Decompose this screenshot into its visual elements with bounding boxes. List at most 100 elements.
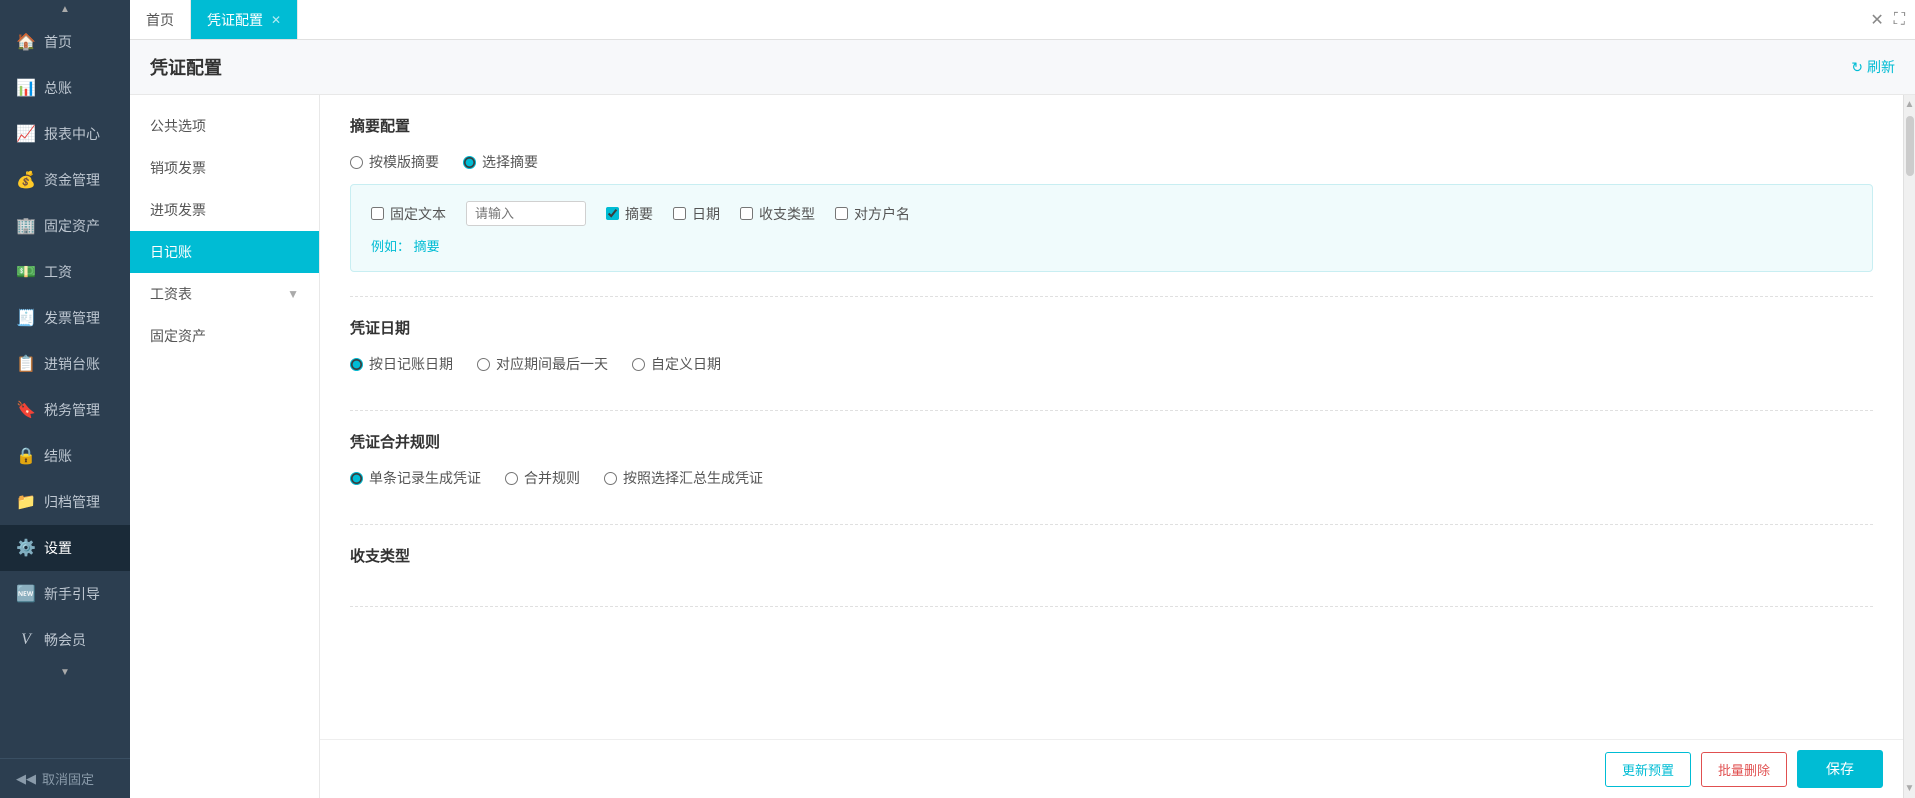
window-close-icon[interactable]: ✕ bbox=[1870, 10, 1883, 30]
sidebar-scroll-up[interactable]: ▲ bbox=[0, 0, 130, 19]
sidebar-item-salary[interactable]: 💵 工资 bbox=[0, 249, 130, 295]
left-nav-journal[interactable]: 日记账 bbox=[130, 231, 319, 273]
fixed-text-input[interactable] bbox=[371, 207, 384, 220]
scroll-up-arrow[interactable]: ▲ bbox=[1904, 95, 1915, 114]
sidebar-item-funds[interactable]: 💰 资金管理 bbox=[0, 157, 130, 203]
tab-home[interactable]: 首页 bbox=[130, 0, 191, 39]
cashflow-type-input[interactable] bbox=[740, 207, 753, 220]
main-area: 首页 凭证配置 ✕ ✕ ⛶ 凭证配置 ↻ 刷新 公共选项 bbox=[130, 0, 1915, 798]
update-preview-button[interactable]: 更新预置 bbox=[1605, 752, 1691, 787]
merge-section: 凭证合并规则 单条记录生成凭证 合并规则 按照选择汇总生成凭证 bbox=[350, 431, 1873, 525]
date-journal-label: 按日记账日期 bbox=[369, 354, 453, 374]
left-nav: 公共选项 销项发票 进项发票 日记账 工资表 ▼ 固定资产 bbox=[130, 95, 320, 798]
tab-voucher-label: 凭证配置 bbox=[207, 10, 263, 30]
counterpart-name-label: 对方户名 bbox=[854, 204, 910, 224]
tab-close-icon[interactable]: ✕ bbox=[271, 13, 281, 27]
sidebar-item-home[interactable]: 🏠 首页 bbox=[0, 19, 130, 65]
left-nav-public[interactable]: 公共选项 bbox=[130, 105, 319, 147]
left-nav-purchase-invoice[interactable]: 进项发票 bbox=[130, 189, 319, 231]
save-button[interactable]: 保存 bbox=[1797, 750, 1883, 788]
counterpart-name-input[interactable] bbox=[835, 207, 848, 220]
date-last-day-input[interactable] bbox=[477, 358, 490, 371]
page-title: 凭证配置 bbox=[150, 54, 222, 80]
sidebar-item-assets[interactable]: 🏢 固定资产 bbox=[0, 203, 130, 249]
inner-layout: 公共选项 销项发票 进项发票 日记账 工资表 ▼ 固定资产 bbox=[130, 95, 1915, 798]
fixed-text-label: 固定文本 bbox=[390, 204, 446, 224]
mode-select-input[interactable] bbox=[463, 156, 476, 169]
merge-section-title: 凭证合并规则 bbox=[350, 431, 1873, 452]
window-expand-icon[interactable]: ⛶ bbox=[1894, 11, 1905, 29]
assets-icon: 🏢 bbox=[16, 216, 36, 236]
summary-section-title: 摘要配置 bbox=[350, 115, 1873, 136]
archive-icon: 📁 bbox=[16, 492, 36, 512]
left-nav-payroll[interactable]: 工资表 ▼ bbox=[130, 273, 319, 315]
member-icon: V bbox=[16, 631, 36, 649]
left-nav-assets-label: 固定资产 bbox=[150, 326, 206, 346]
left-nav-sales-invoice[interactable]: 销项发票 bbox=[130, 147, 319, 189]
sidebar-item-ledger[interactable]: 📊 总账 bbox=[0, 65, 130, 111]
fixed-text-checkbox[interactable]: 固定文本 bbox=[371, 204, 446, 224]
sidebar-item-settings[interactable]: ⚙️ 设置 bbox=[0, 525, 130, 571]
date-input[interactable] bbox=[673, 207, 686, 220]
date-journal-radio[interactable]: 按日记账日期 bbox=[350, 354, 453, 374]
right-content: 摘要配置 按模版摘要 选择摘要 bbox=[320, 95, 1903, 798]
date-custom-input[interactable] bbox=[632, 358, 645, 371]
left-nav-journal-label: 日记账 bbox=[150, 242, 192, 262]
invoice-icon: 🧾 bbox=[16, 308, 36, 328]
date-last-day-label: 对应期间最后一天 bbox=[496, 354, 608, 374]
merge-single-input[interactable] bbox=[350, 472, 363, 485]
unpin-button[interactable]: ◀◀ 取消固定 bbox=[0, 758, 130, 798]
sidebar-item-label: 工资 bbox=[44, 262, 72, 282]
merge-rule-radio[interactable]: 合并规则 bbox=[505, 468, 580, 488]
sidebar-item-label: 归档管理 bbox=[44, 492, 100, 512]
tab-voucher-config[interactable]: 凭证配置 ✕ bbox=[191, 0, 298, 39]
summary-mode-group: 按模版摘要 选择摘要 bbox=[350, 152, 1873, 172]
mode-template-input[interactable] bbox=[350, 156, 363, 169]
scroll-thumb[interactable] bbox=[1906, 116, 1914, 176]
date-mode-group: 按日记账日期 对应期间最后一天 自定义日期 bbox=[350, 354, 1873, 374]
date-custom-radio[interactable]: 自定义日期 bbox=[632, 354, 721, 374]
sidebar-item-close[interactable]: 🔒 结账 bbox=[0, 433, 130, 479]
sidebar: ▲ 🏠 首页 📊 总账 📈 报表中心 💰 资金管理 🏢 固定资产 💵 工资 🧾 … bbox=[0, 0, 130, 798]
date-checkbox[interactable]: 日期 bbox=[673, 204, 720, 224]
sidebar-item-archive[interactable]: 📁 归档管理 bbox=[0, 479, 130, 525]
summary-label: 摘要 bbox=[625, 204, 653, 224]
merge-rule-label: 合并规则 bbox=[524, 468, 580, 488]
sidebar-item-label: 资金管理 bbox=[44, 170, 100, 190]
sidebar-item-tax[interactable]: 🔖 税务管理 bbox=[0, 387, 130, 433]
summary-config-box: 固定文本 摘要 日期 bbox=[350, 184, 1873, 272]
preview-text: 例如： 摘要 bbox=[371, 236, 1852, 255]
fixed-text-field[interactable] bbox=[466, 201, 586, 226]
mode-template-radio[interactable]: 按模版摘要 bbox=[350, 152, 439, 172]
mode-select-label: 选择摘要 bbox=[482, 152, 538, 172]
refresh-button[interactable]: ↻ 刷新 bbox=[1851, 57, 1895, 77]
sidebar-item-label: 税务管理 bbox=[44, 400, 100, 420]
sidebar-item-label: 设置 bbox=[44, 538, 72, 558]
cashflow-type-checkbox[interactable]: 收支类型 bbox=[740, 204, 815, 224]
sidebar-item-trade[interactable]: 📋 进销台账 bbox=[0, 341, 130, 387]
merge-summary-radio[interactable]: 按照选择汇总生成凭证 bbox=[604, 468, 763, 488]
merge-single-radio[interactable]: 单条记录生成凭证 bbox=[350, 468, 481, 488]
mode-select-radio[interactable]: 选择摘要 bbox=[463, 152, 538, 172]
sidebar-item-reports[interactable]: 📈 报表中心 bbox=[0, 111, 130, 157]
date-last-day-radio[interactable]: 对应期间最后一天 bbox=[477, 354, 608, 374]
sidebar-scroll-down[interactable]: ▼ bbox=[0, 663, 130, 682]
scroll-down-arrow[interactable]: ▼ bbox=[1904, 779, 1915, 798]
tax-icon: 🔖 bbox=[16, 400, 36, 420]
sidebar-item-member[interactable]: V 畅会员 bbox=[0, 617, 130, 663]
summary-input[interactable] bbox=[606, 207, 619, 220]
summary-section: 摘要配置 按模版摘要 选择摘要 bbox=[350, 115, 1873, 297]
batch-delete-button[interactable]: 批量删除 bbox=[1701, 752, 1787, 787]
refresh-label: 刷新 bbox=[1867, 57, 1895, 77]
summary-checkbox[interactable]: 摘要 bbox=[606, 204, 653, 224]
counterpart-name-checkbox[interactable]: 对方户名 bbox=[835, 204, 910, 224]
content-wrapper: 凭证配置 ↻ 刷新 公共选项 销项发票 进项发票 日记账 bbox=[130, 40, 1915, 798]
receive-section-title: 收支类型 bbox=[350, 545, 1873, 566]
right-scrollbar: ▲ ▼ bbox=[1903, 95, 1915, 798]
merge-rule-input[interactable] bbox=[505, 472, 518, 485]
sidebar-item-guide[interactable]: 🆕 新手引导 bbox=[0, 571, 130, 617]
date-journal-input[interactable] bbox=[350, 358, 363, 371]
left-nav-fixed-assets[interactable]: 固定资产 bbox=[130, 315, 319, 357]
merge-summary-input[interactable] bbox=[604, 472, 617, 485]
sidebar-item-invoice[interactable]: 🧾 发票管理 bbox=[0, 295, 130, 341]
